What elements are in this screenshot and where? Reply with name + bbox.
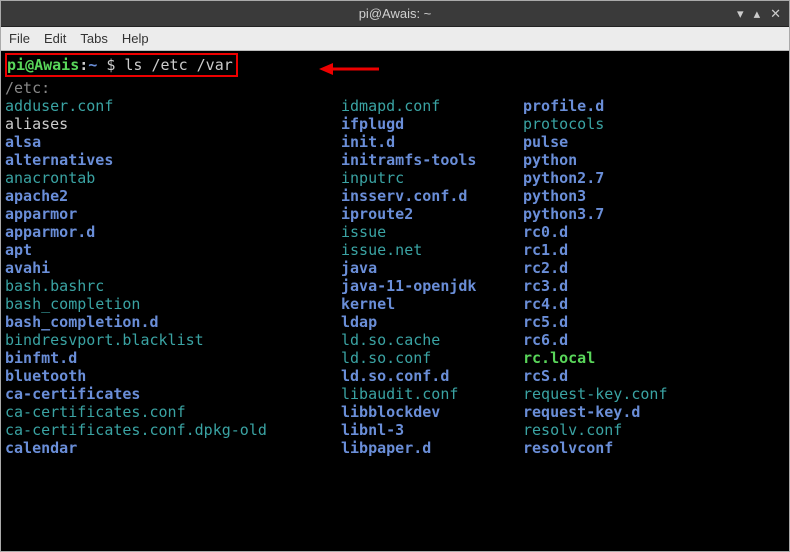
ls-column-3: profile.dprotocolspulsepythonpython2.7py… <box>523 97 785 457</box>
ls-entry: inputrc <box>341 169 523 187</box>
ls-entry: python3 <box>523 187 785 205</box>
ls-output: adduser.confaliasesalsaalternativesanacr… <box>5 97 785 457</box>
ls-column-2: idmapd.confifplugdinit.dinitramfs-toolsi… <box>341 97 523 457</box>
prompt-colon: : <box>79 56 88 74</box>
menu-help[interactable]: Help <box>122 31 149 46</box>
ls-entry: bash_completion.d <box>5 313 341 331</box>
ls-column-1: adduser.confaliasesalsaalternativesanacr… <box>5 97 341 457</box>
ls-entry: apache2 <box>5 187 341 205</box>
ls-entry: protocols <box>523 115 785 133</box>
minimize-button[interactable]: ▾ <box>737 6 744 22</box>
ls-entry: bluetooth <box>5 367 341 385</box>
ls-entry: rc1.d <box>523 241 785 259</box>
ls-entry: alternatives <box>5 151 341 169</box>
prompt-dollar: $ <box>97 56 124 74</box>
ls-entry: adduser.conf <box>5 97 341 115</box>
menubar: File Edit Tabs Help <box>1 27 789 51</box>
ls-entry: ldap <box>341 313 523 331</box>
ls-entry: avahi <box>5 259 341 277</box>
ls-entry: insserv.conf.d <box>341 187 523 205</box>
arrow-annotation-icon <box>319 61 379 81</box>
ls-entry: iproute2 <box>341 205 523 223</box>
ls-entry: libblockdev <box>341 403 523 421</box>
ls-entry: ca-certificates <box>5 385 341 403</box>
ls-entry: resolv.conf <box>523 421 785 439</box>
window-title: pi@Awais: ~ <box>359 6 432 21</box>
ls-entry: apparmor.d <box>5 223 341 241</box>
prompt-user: pi <box>7 56 25 74</box>
ls-entry: rcS.d <box>523 367 785 385</box>
ls-entry: libnl-3 <box>341 421 523 439</box>
ls-entry: libpaper.d <box>341 439 523 457</box>
prompt-at: @ <box>25 56 34 74</box>
prompt-command: ls /etc /var <box>124 56 232 74</box>
ls-entry: apt <box>5 241 341 259</box>
ls-entry: rc.local <box>523 349 785 367</box>
ls-entry: init.d <box>341 133 523 151</box>
ls-entry: request-key.d <box>523 403 785 421</box>
ls-entry: ca-certificates.conf <box>5 403 341 421</box>
prompt-path: ~ <box>88 56 97 74</box>
ls-entry: calendar <box>5 439 341 457</box>
ls-entry: request-key.conf <box>523 385 785 403</box>
ls-entry: bash_completion <box>5 295 341 313</box>
ls-entry: rc5.d <box>523 313 785 331</box>
ls-entry: ld.so.conf <box>341 349 523 367</box>
ls-entry: aliases <box>5 115 341 133</box>
ls-entry: initramfs-tools <box>341 151 523 169</box>
window-controls: ▾ ▴ ✕ <box>737 6 781 22</box>
titlebar: pi@Awais: ~ ▾ ▴ ✕ <box>1 1 789 27</box>
ls-entry: java-11-openjdk <box>341 277 523 295</box>
ls-entry: rc6.d <box>523 331 785 349</box>
ls-entry: resolvconf <box>523 439 785 457</box>
ls-entry: issue.net <box>341 241 523 259</box>
ls-entry: rc0.d <box>523 223 785 241</box>
ls-entry: ca-certificates.conf.dpkg-old <box>5 421 341 439</box>
ls-entry: bash.bashrc <box>5 277 341 295</box>
maximize-button[interactable]: ▴ <box>754 6 761 22</box>
ls-entry: java <box>341 259 523 277</box>
close-button[interactable]: ✕ <box>770 6 781 22</box>
ls-entry: pulse <box>523 133 785 151</box>
ls-entry: ld.so.conf.d <box>341 367 523 385</box>
ls-entry: ifplugd <box>341 115 523 133</box>
directory-heading: /etc: <box>5 79 785 97</box>
menu-file[interactable]: File <box>9 31 30 46</box>
ls-entry: python3.7 <box>523 205 785 223</box>
ls-entry: ld.so.cache <box>341 331 523 349</box>
menu-tabs[interactable]: Tabs <box>80 31 107 46</box>
ls-entry: python <box>523 151 785 169</box>
terminal[interactable]: pi@Awais:~ $ ls /etc /var /etc: adduser.… <box>1 51 789 551</box>
ls-entry: libaudit.conf <box>341 385 523 403</box>
ls-entry: alsa <box>5 133 341 151</box>
ls-entry: kernel <box>341 295 523 313</box>
ls-entry: rc4.d <box>523 295 785 313</box>
menu-edit[interactable]: Edit <box>44 31 66 46</box>
ls-entry: anacrontab <box>5 169 341 187</box>
prompt-highlight-box: pi@Awais:~ $ ls /etc /var <box>5 53 238 77</box>
ls-entry: idmapd.conf <box>341 97 523 115</box>
ls-entry: bindresvport.blacklist <box>5 331 341 349</box>
ls-entry: apparmor <box>5 205 341 223</box>
ls-entry: issue <box>341 223 523 241</box>
ls-entry: python2.7 <box>523 169 785 187</box>
ls-entry: rc3.d <box>523 277 785 295</box>
prompt-host: Awais <box>34 56 79 74</box>
ls-entry: rc2.d <box>523 259 785 277</box>
ls-entry: binfmt.d <box>5 349 341 367</box>
ls-entry: profile.d <box>523 97 785 115</box>
